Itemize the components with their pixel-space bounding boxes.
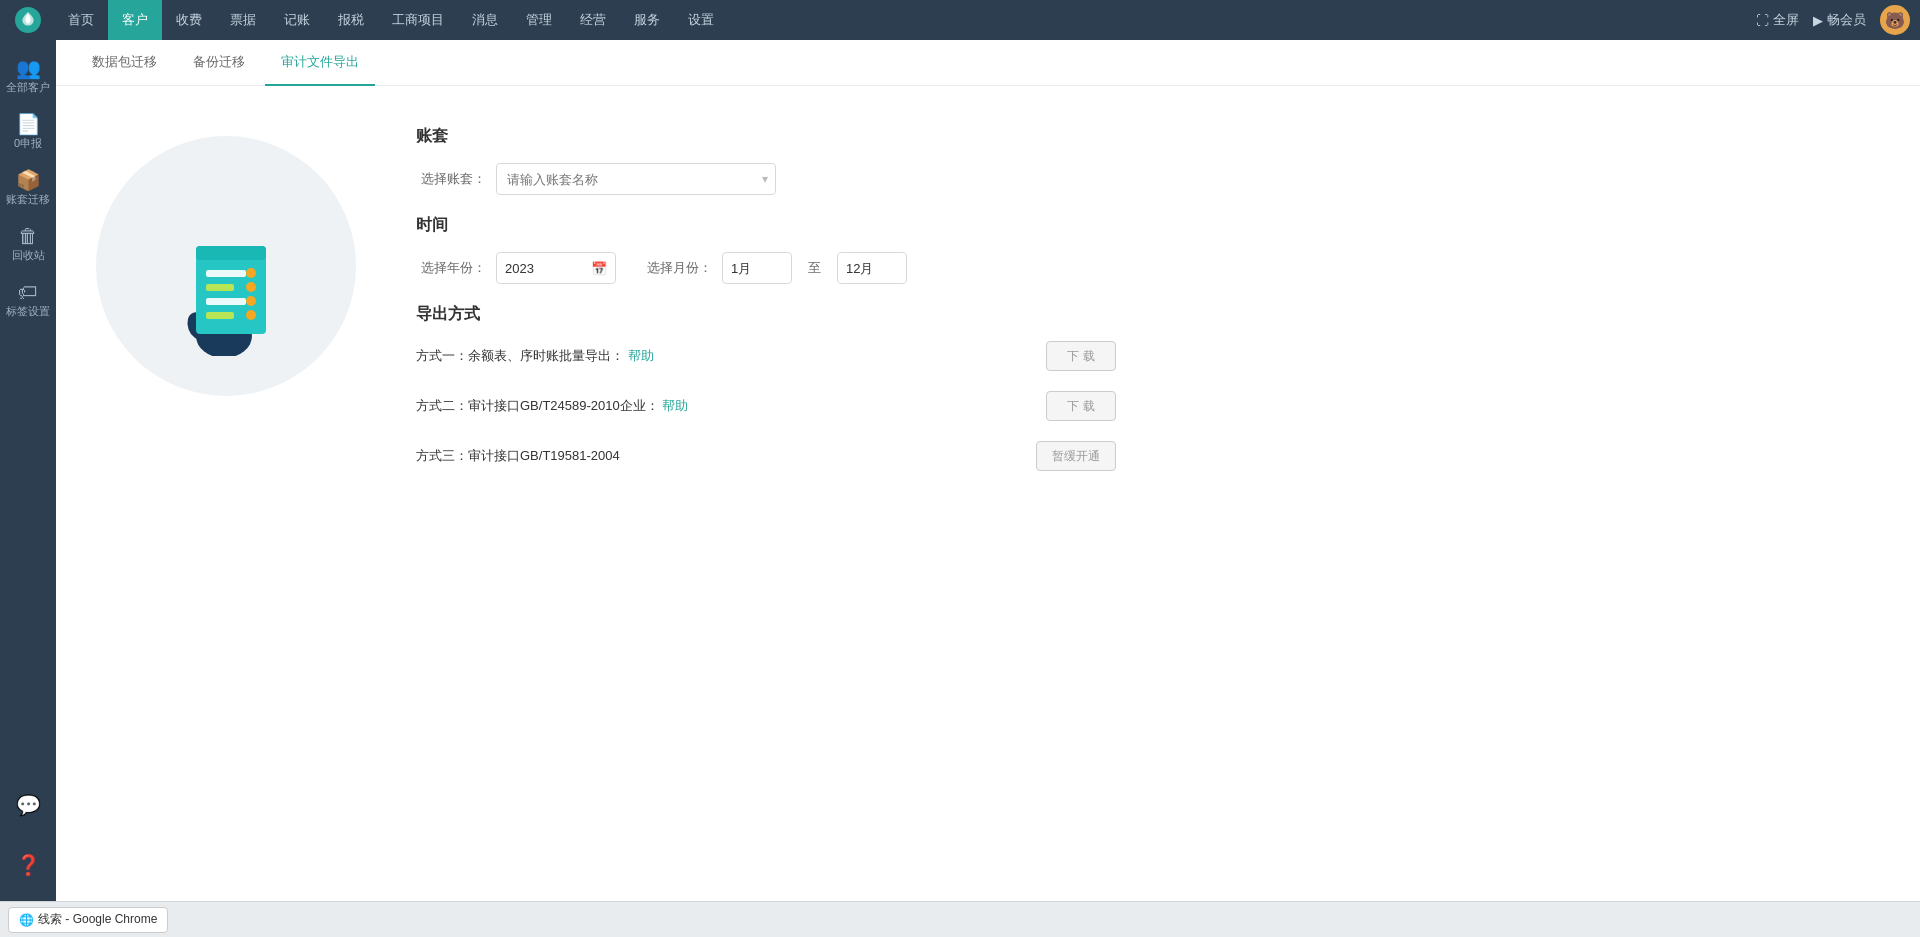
svg-rect-6	[206, 284, 234, 291]
content-area: 数据包迁移 备份迁移 审计文件导出	[56, 40, 1920, 901]
svg-rect-7	[206, 298, 246, 305]
all-customers-icon: 👥	[16, 58, 41, 78]
method1-text: 方式一：余额表、序时账批量导出： 帮助	[416, 347, 1034, 365]
nav-tax[interactable]: 报税	[324, 0, 378, 40]
export-method-1: 方式一：余额表、序时账批量导出： 帮助 下 载	[416, 341, 1116, 371]
user-avatar[interactable]: 🐻	[1880, 5, 1910, 35]
sidebar-item-chat[interactable]: 💬	[0, 777, 56, 833]
month-end-select[interactable]: 1月2月3月4月 5月6月7月8月 9月10月11月 12月	[837, 252, 907, 284]
form-area: 账套 选择账套： ▾ 时间 选择年份： 2023 📅 选择	[416, 116, 1116, 871]
svg-point-10	[246, 282, 256, 292]
main-layout: 👥 全部客户 📄 0申报 📦 账套迁移 🗑 回收站 🏷 标签设置 💬 ❓	[0, 40, 1920, 901]
chrome-icon: 🌐	[19, 913, 34, 927]
svg-rect-8	[206, 312, 234, 319]
help-icon: ❓	[16, 855, 41, 875]
account-label: 选择账套：	[416, 170, 486, 188]
month-start-wrap: 1月2月3月4月 5月6月7月8月 9月10月11月12月	[722, 252, 792, 284]
fullscreen-button[interactable]: ⛶ 全屏	[1756, 11, 1799, 29]
member-icon: ▶	[1813, 13, 1823, 28]
svg-rect-5	[206, 270, 246, 277]
nav-items: 首页 客户 收费 票据 记账 报税 工商项目 消息 管理 经营 服务 设置	[54, 0, 1756, 40]
method1-download-button[interactable]: 下 载	[1046, 341, 1116, 371]
chat-icon: 💬	[16, 795, 41, 815]
tab-audit-export[interactable]: 审计文件导出	[265, 40, 375, 86]
nav-customer[interactable]: 客户	[108, 0, 162, 40]
fullscreen-icon: ⛶	[1756, 13, 1769, 28]
month-start-select[interactable]: 1月2月3月4月 5月6月7月8月 9月10月11月12月	[722, 252, 792, 284]
zero-declare-icon: 📄	[16, 114, 41, 134]
illustration-circle	[96, 136, 356, 396]
export-method-3: 方式三：审计接口GB/T19581-2004 暂缓开通	[416, 441, 1116, 471]
tab-backup-migrate[interactable]: 备份迁移	[177, 40, 261, 86]
export-method-2: 方式二：审计接口GB/T24589-2010企业： 帮助 下 载	[416, 391, 1116, 421]
top-navigation: 首页 客户 收费 票据 记账 报税 工商项目 消息 管理 经营 服务 设置 ⛶ …	[0, 0, 1920, 40]
svg-point-11	[246, 296, 256, 306]
account-row: 选择账套： ▾	[416, 163, 1116, 195]
tag-settings-icon: 🏷	[18, 282, 38, 302]
time-row: 选择年份： 2023 📅 选择月份： 1月2月3月4月 5月6月7月8月 9月1…	[416, 252, 1116, 284]
method3-text: 方式三：审计接口GB/T19581-2004	[416, 447, 1024, 465]
month-label: 选择月份：	[642, 259, 712, 277]
method2-text: 方式二：审计接口GB/T24589-2010企业： 帮助	[416, 397, 1034, 415]
sub-tabs: 数据包迁移 备份迁移 审计文件导出	[56, 40, 1920, 86]
account-input-wrap: ▾	[496, 163, 776, 195]
taskbar: 🌐 线索 - Google Chrome	[0, 901, 1920, 937]
account-migrate-icon: 📦	[16, 170, 41, 190]
year-input[interactable]: 2023 📅	[496, 252, 616, 284]
tab-data-migrate[interactable]: 数据包迁移	[76, 40, 173, 86]
nav-invoice[interactable]: 票据	[216, 0, 270, 40]
calendar-icon: 📅	[591, 261, 607, 276]
sidebar-item-zero-declare[interactable]: 📄 0申报	[0, 104, 56, 160]
year-value: 2023	[505, 261, 534, 276]
to-label: 至	[802, 259, 827, 277]
nav-settings[interactable]: 设置	[674, 0, 728, 40]
member-button[interactable]: ▶ 畅会员	[1813, 11, 1866, 29]
time-section-title: 时间	[416, 215, 1116, 236]
sidebar-item-recycle[interactable]: 🗑 回收站	[0, 216, 56, 272]
svg-point-12	[246, 310, 256, 320]
recycle-icon: 🗑	[18, 226, 38, 246]
top-nav-right: ⛶ 全屏 ▶ 畅会员 🐻	[1756, 5, 1910, 35]
app-logo	[10, 2, 46, 38]
method2-download-button[interactable]: 下 载	[1046, 391, 1116, 421]
nav-admin[interactable]: 管理	[512, 0, 566, 40]
page-body: 账套 选择账套： ▾ 时间 选择年份： 2023 📅 选择	[56, 86, 1920, 901]
svg-rect-4	[196, 246, 266, 260]
nav-service[interactable]: 服务	[620, 0, 674, 40]
nav-bookkeeping[interactable]: 记账	[270, 0, 324, 40]
nav-business[interactable]: 工商项目	[378, 0, 458, 40]
sidebar-item-all-customers[interactable]: 👥 全部客户	[0, 48, 56, 104]
svg-point-9	[246, 268, 256, 278]
illustration-svg	[136, 176, 316, 356]
left-sidebar: 👥 全部客户 📄 0申报 📦 账套迁移 🗑 回收站 🏷 标签设置 💬 ❓	[0, 40, 56, 901]
year-label: 选择年份：	[416, 259, 486, 277]
method1-help-link[interactable]: 帮助	[628, 348, 654, 363]
sidebar-item-help[interactable]: ❓	[0, 837, 56, 893]
account-select-input[interactable]	[496, 163, 776, 195]
method3-temp-open-button[interactable]: 暂缓开通	[1036, 441, 1116, 471]
illustration-area	[96, 116, 356, 871]
taskbar-chrome-item[interactable]: 🌐 线索 - Google Chrome	[8, 907, 168, 933]
nav-fee[interactable]: 收费	[162, 0, 216, 40]
month-end-wrap: 1月2月3月4月 5月6月7月8月 9月10月11月 12月	[837, 252, 907, 284]
sidebar-item-account-migrate[interactable]: 📦 账套迁移	[0, 160, 56, 216]
method2-help-link[interactable]: 帮助	[662, 398, 688, 413]
export-section-title: 导出方式	[416, 304, 1116, 325]
nav-operation[interactable]: 经营	[566, 0, 620, 40]
nav-message[interactable]: 消息	[458, 0, 512, 40]
sidebar-item-tag-settings[interactable]: 🏷 标签设置	[0, 272, 56, 328]
account-section-title: 账套	[416, 126, 1116, 147]
nav-home[interactable]: 首页	[54, 0, 108, 40]
